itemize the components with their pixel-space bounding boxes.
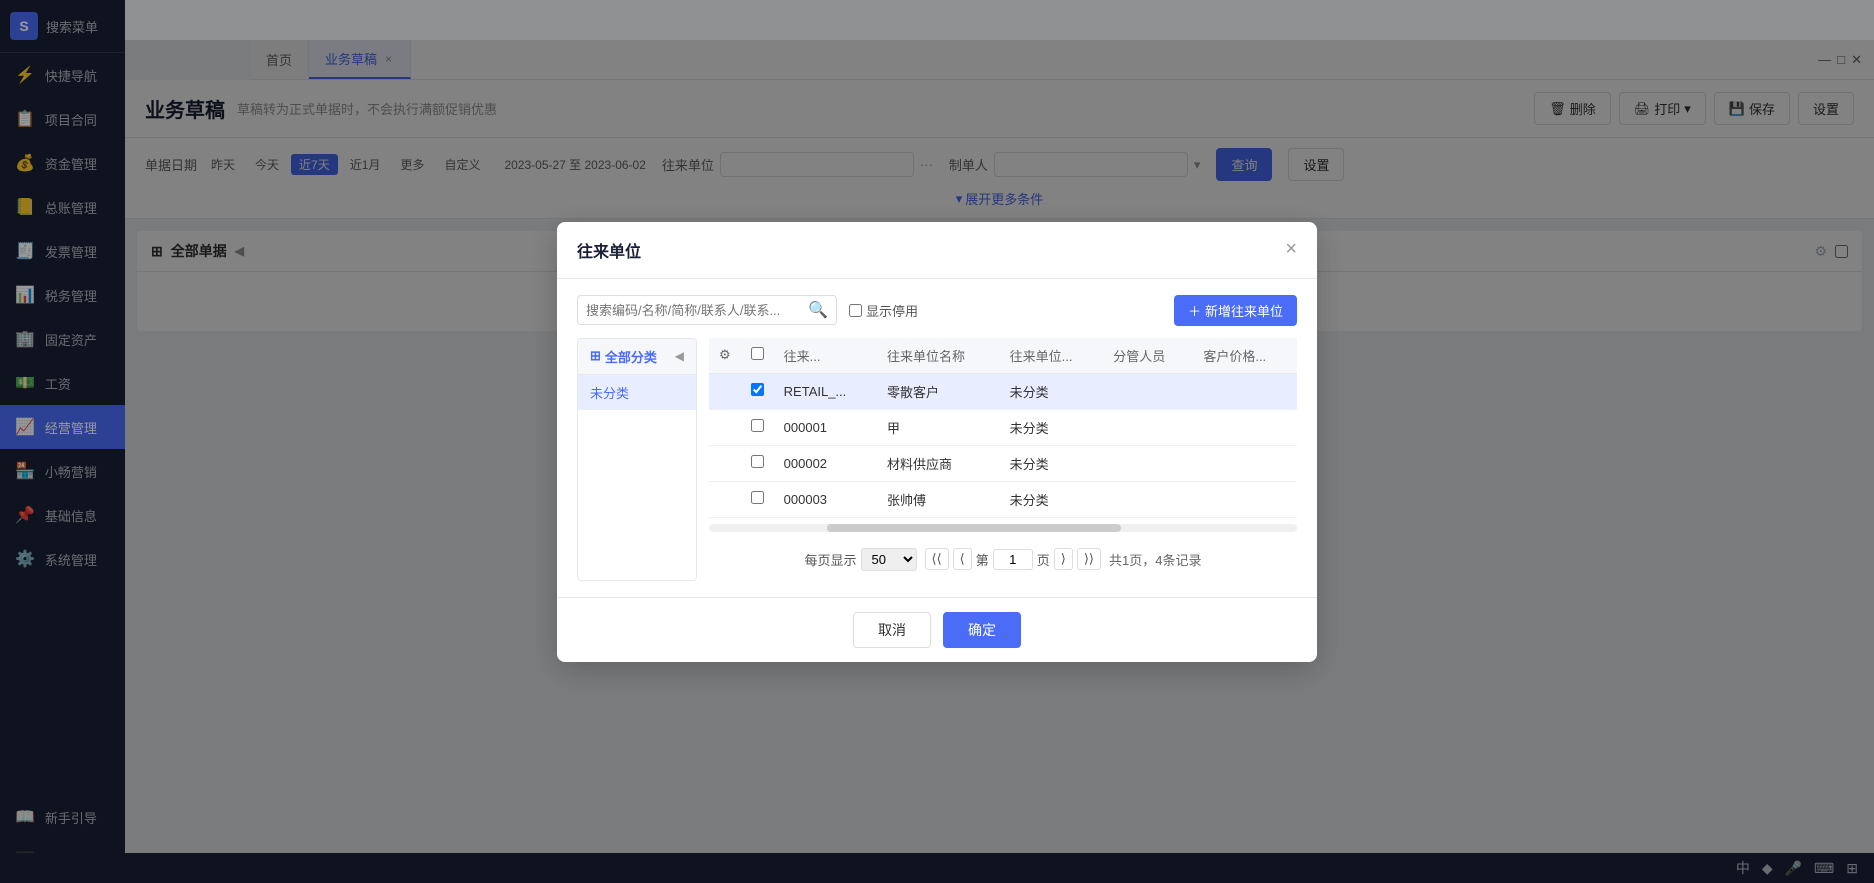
row-price-level <box>1193 481 1297 517</box>
col-settings: ⚙ <box>709 338 741 374</box>
row-code: 000003 <box>774 481 877 517</box>
party-modal: 往来单位 × 🔍 显示停用 ＋ 新增往来单位 <box>557 222 1317 662</box>
row-category: 未分类 <box>1000 445 1104 481</box>
modal-header: 往来单位 × <box>557 222 1317 279</box>
row-price-level <box>1193 409 1297 445</box>
col-code: 往来... <box>774 338 877 374</box>
row-category: 未分类 <box>1000 373 1104 409</box>
row-name: 甲 <box>877 409 1000 445</box>
table-row[interactable]: 000002 材料供应商 未分类 <box>709 445 1297 481</box>
first-page-button[interactable]: ⟨⟨ <box>925 548 949 570</box>
modal-search-box: 🔍 <box>577 295 837 325</box>
grid-icon: ⊞ <box>590 348 601 364</box>
modal-body: 🔍 显示停用 ＋ 新增往来单位 ⊞ 全部分类 ◀ <box>557 279 1317 597</box>
table-row[interactable]: RETAIL_... 零散客户 未分类 <box>709 373 1297 409</box>
page-number-input[interactable] <box>993 549 1033 570</box>
col-check <box>741 338 774 374</box>
row-price-level <box>1193 445 1297 481</box>
table-row[interactable]: 000001 甲 未分类 <box>709 409 1297 445</box>
row-manager <box>1103 373 1193 409</box>
row-checkbox[interactable] <box>751 419 764 432</box>
modal-toolbar: 🔍 显示停用 ＋ 新增往来单位 <box>577 295 1297 326</box>
row-category: 未分类 <box>1000 481 1104 517</box>
scrollbar-thumb[interactable] <box>827 524 1121 532</box>
row-actions <box>709 481 741 517</box>
search-icon: 🔍 <box>808 300 828 320</box>
gear-icon[interactable]: ⚙ <box>719 347 731 362</box>
show-disabled-checkbox[interactable] <box>849 304 862 317</box>
row-checkbox-cell <box>741 481 774 517</box>
last-page-button[interactable]: ⟩⟩ <box>1077 548 1101 570</box>
modal-panels: ⊞ 全部分类 ◀ 未分类 ⚙ 往来... 往来单位名称 <box>577 338 1297 581</box>
row-code: RETAIL_... <box>774 373 877 409</box>
page-size-selector: 每页显示 50 20 100 <box>805 548 917 571</box>
row-actions <box>709 373 741 409</box>
row-checkbox-cell <box>741 373 774 409</box>
show-disabled-label: 显示停用 <box>849 301 918 320</box>
row-manager <box>1103 409 1193 445</box>
category-item-unclassified[interactable]: 未分类 <box>578 375 696 410</box>
category-header: ⊞ 全部分类 ◀ <box>578 339 696 375</box>
row-name: 张帅傅 <box>877 481 1000 517</box>
col-category: 往来单位... <box>1000 338 1104 374</box>
row-code: 000001 <box>774 409 877 445</box>
modal-footer: 取消 确定 <box>557 597 1317 662</box>
table-scrollbar[interactable] <box>709 524 1297 532</box>
confirm-button[interactable]: 确定 <box>943 612 1021 648</box>
category-collapse-button[interactable]: ◀ <box>675 349 684 363</box>
modal-close-button[interactable]: × <box>1285 238 1297 261</box>
cancel-button[interactable]: 取消 <box>853 612 931 648</box>
modal-title: 往来单位 <box>577 238 641 262</box>
plus-icon: ＋ <box>1188 301 1201 320</box>
row-manager <box>1103 445 1193 481</box>
col-price: 客户价格... <box>1193 338 1297 374</box>
row-name: 材料供应商 <box>877 445 1000 481</box>
category-panel: ⊞ 全部分类 ◀ 未分类 <box>577 338 697 581</box>
row-actions <box>709 409 741 445</box>
page-navigation: ⟨⟨ ⟨ 第 页 ⟩ ⟩⟩ <box>925 548 1102 570</box>
next-page-button[interactable]: ⟩ <box>1054 548 1073 570</box>
table-row[interactable]: 000003 张帅傅 未分类 <box>709 481 1297 517</box>
row-checkbox[interactable] <box>751 383 764 396</box>
row-actions <box>709 445 741 481</box>
row-price-level <box>1193 373 1297 409</box>
pagination: 每页显示 50 20 100 ⟨⟨ ⟨ 第 页 ⟩ <box>709 538 1297 581</box>
col-name: 往来单位名称 <box>877 338 1000 374</box>
row-checkbox[interactable] <box>751 491 764 504</box>
table-header-row: ⚙ 往来... 往来单位名称 往来单位... 分管人员 客户价格... <box>709 338 1297 374</box>
row-checkbox-cell <box>741 409 774 445</box>
row-checkbox-cell <box>741 445 774 481</box>
page-total: 共1页，4条记录 <box>1109 550 1201 569</box>
modal-search-input[interactable] <box>586 303 802 318</box>
row-category: 未分类 <box>1000 409 1104 445</box>
modal-table-panel: ⚙ 往来... 往来单位名称 往来单位... 分管人员 客户价格... RETA… <box>709 338 1297 581</box>
row-manager <box>1103 481 1193 517</box>
row-name: 零散客户 <box>877 373 1000 409</box>
row-code: 000002 <box>774 445 877 481</box>
page-size-select[interactable]: 50 20 100 <box>861 548 917 571</box>
row-checkbox[interactable] <box>751 455 764 468</box>
add-party-button[interactable]: ＋ 新增往来单位 <box>1174 295 1297 326</box>
table-select-all[interactable] <box>751 347 764 360</box>
prev-page-button[interactable]: ⟨ <box>953 548 972 570</box>
col-manager: 分管人员 <box>1103 338 1193 374</box>
party-table: ⚙ 往来... 往来单位名称 往来单位... 分管人员 客户价格... RETA… <box>709 338 1297 518</box>
